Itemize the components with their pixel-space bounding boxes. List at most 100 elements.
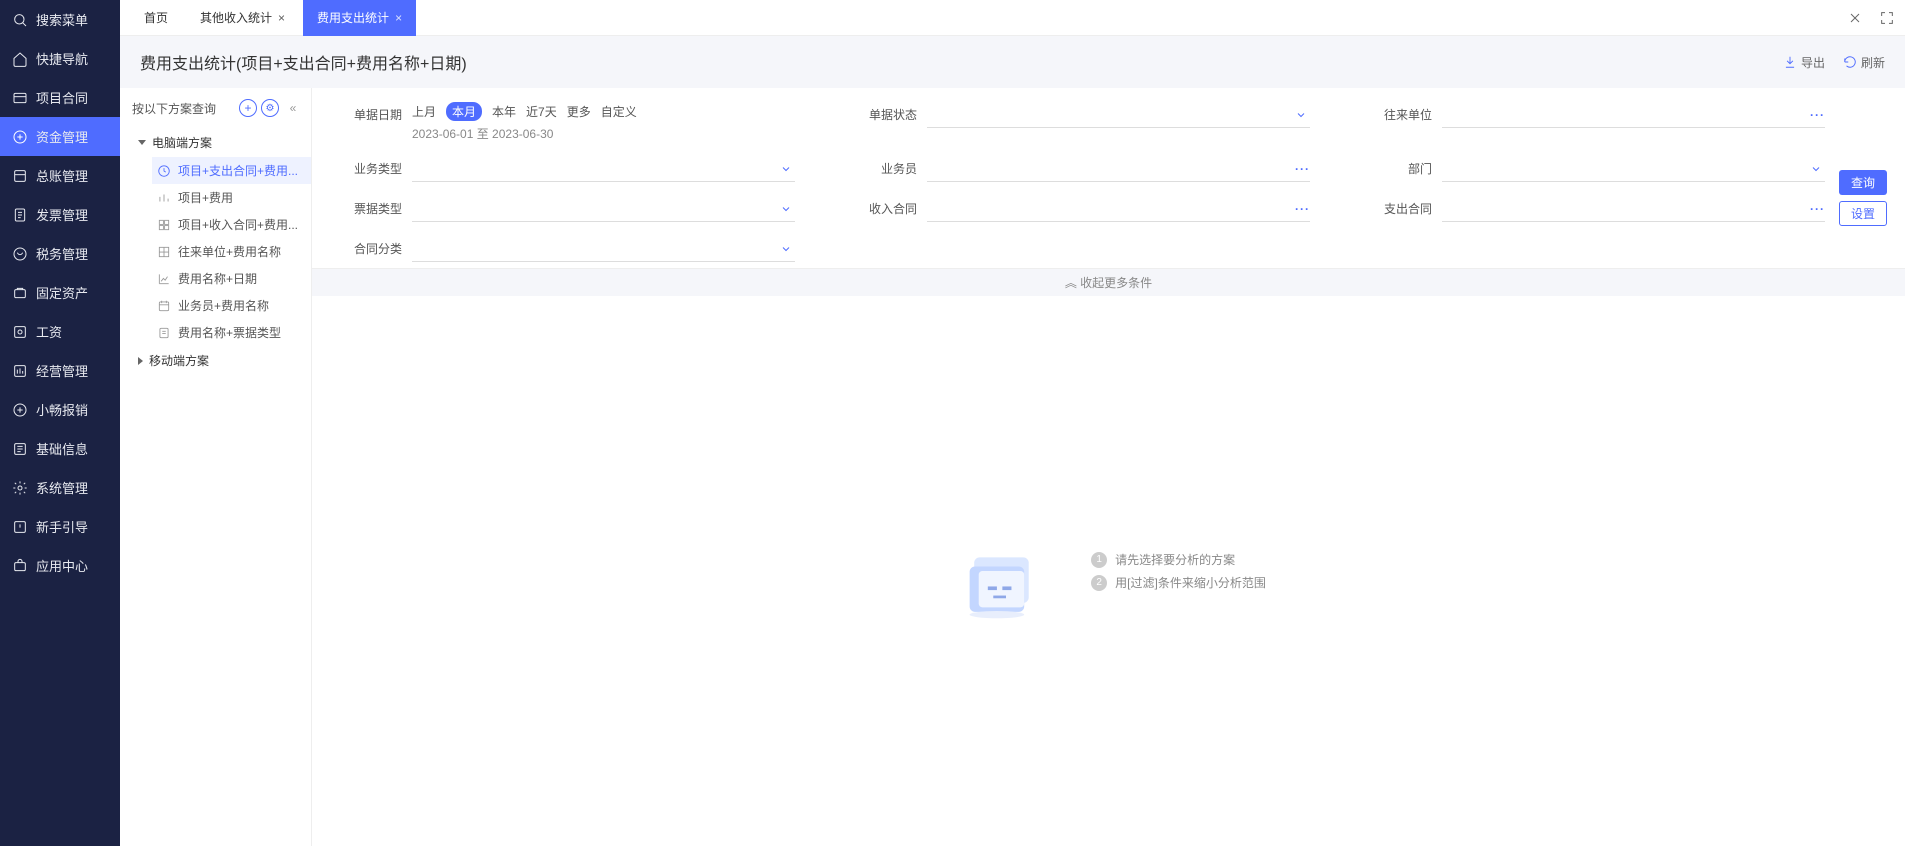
chevron-down-icon[interactable] (777, 243, 795, 255)
app-icon (12, 558, 28, 574)
tax-icon (12, 246, 28, 262)
scheme-settings-button[interactable]: ⚙ (261, 99, 279, 117)
salesman-input[interactable] (927, 162, 1295, 176)
side-tax[interactable]: 税务管理 (0, 234, 120, 273)
side-label: 资金管理 (36, 127, 88, 146)
filter-partner: 往来单位 ··· (1360, 102, 1825, 142)
tree-group-pc[interactable]: 电脑端方案 (132, 128, 311, 157)
side-guide[interactable]: 新手引导 (0, 507, 120, 546)
chevron-down-icon[interactable] (1292, 109, 1310, 121)
date-opt-this-month[interactable]: 本月 (446, 102, 482, 121)
scheme-item-4[interactable]: 费用名称+日期 (152, 265, 311, 292)
expense-icon (12, 402, 28, 418)
leaf-label: 往来单位+费用名称 (178, 243, 281, 260)
side-ledger[interactable]: 总账管理 (0, 156, 120, 195)
more-icon[interactable]: ··· (1810, 202, 1825, 216)
date-opt-more[interactable]: 更多 (567, 103, 591, 120)
side-invoice[interactable]: 发票管理 (0, 195, 120, 234)
partner-input[interactable] (1442, 108, 1810, 122)
date-opt-this-year[interactable]: 本年 (492, 103, 516, 120)
partner-select[interactable]: ··· (1442, 102, 1825, 128)
contract-cat-select[interactable] (412, 236, 795, 262)
billtype-select[interactable] (412, 196, 795, 222)
scheme-item-5[interactable]: 业务员+费用名称 (152, 292, 311, 319)
tree-group-mobile[interactable]: 移动端方案 (132, 346, 311, 375)
empty-step-1: 1请先选择要分析的方案 (1091, 551, 1266, 568)
side-asset[interactable]: 固定资产 (0, 273, 120, 312)
leaf-label: 费用名称+票据类型 (178, 324, 281, 341)
side-operate[interactable]: 经营管理 (0, 351, 120, 390)
side-search[interactable]: 搜索菜单 (0, 0, 120, 39)
chevron-down-icon[interactable] (777, 163, 795, 175)
doc-icon (156, 325, 172, 341)
side-appcenter[interactable]: 应用中心 (0, 546, 120, 585)
billtype-input[interactable] (412, 202, 777, 216)
step2-label: 用[过滤]条件来缩小分析范围 (1115, 574, 1266, 591)
search-icon (12, 12, 28, 28)
tabs: 首页 其他收入统计× 费用支出统计× (120, 0, 1905, 36)
chevron-up-icon: ︽ (1065, 276, 1077, 290)
side-label: 税务管理 (36, 244, 88, 263)
more-icon[interactable]: ··· (1295, 202, 1310, 216)
date-opt-prev-month[interactable]: 上月 (412, 103, 436, 120)
query-button[interactable]: 查询 (1839, 170, 1887, 195)
side-salary[interactable]: 工资 (0, 312, 120, 351)
collapse-panel-icon[interactable]: « (283, 98, 303, 118)
dept-input[interactable] (1442, 162, 1807, 176)
fullscreen-icon[interactable] (1877, 8, 1897, 28)
tab-label: 首页 (144, 0, 168, 36)
salesman-select[interactable]: ··· (927, 156, 1310, 182)
side-quick[interactable]: 快捷导航 (0, 39, 120, 78)
tab-home[interactable]: 首页 (130, 0, 182, 36)
biztype-input[interactable] (412, 162, 777, 176)
scheme-item-1[interactable]: 项目+费用 (152, 184, 311, 211)
date-opt-custom[interactable]: 自定义 (601, 103, 637, 120)
tab-expense-stat[interactable]: 费用支出统计× (303, 0, 416, 36)
tab-other-income[interactable]: 其他收入统计× (186, 0, 299, 36)
scheme-item-6[interactable]: 费用名称+票据类型 (152, 319, 311, 346)
scheme-item-0[interactable]: 项目+支出合同+费用... (152, 157, 311, 184)
side-fund[interactable]: 资金管理 (0, 117, 120, 156)
salesman-label: 业务员 (845, 156, 917, 177)
refresh-label: 刷新 (1861, 54, 1885, 71)
close-all-icon[interactable] (1845, 8, 1865, 28)
scheme-header: 按以下方案查询 + ⚙ « (132, 98, 311, 118)
income-contract-select[interactable]: ··· (927, 196, 1310, 222)
scheme-item-3[interactable]: 往来单位+费用名称 (152, 238, 311, 265)
status-input[interactable] (927, 108, 1292, 122)
chevron-down-icon[interactable] (777, 203, 795, 215)
side-system[interactable]: 系统管理 (0, 468, 120, 507)
page-actions: 导出 刷新 (1783, 54, 1885, 71)
scheme-item-2[interactable]: 项目+收入合同+费用... (152, 211, 311, 238)
date-opt-7days[interactable]: 近7天 (526, 103, 557, 120)
chevron-down-icon[interactable] (1807, 163, 1825, 175)
side-basic[interactable]: 基础信息 (0, 429, 120, 468)
refresh-button[interactable]: 刷新 (1843, 54, 1885, 71)
side-expense[interactable]: 小畅报销 (0, 390, 120, 429)
leaf-label: 业务员+费用名称 (178, 297, 269, 314)
more-icon[interactable]: ··· (1295, 162, 1310, 176)
settings-button[interactable]: 设置 (1839, 201, 1887, 226)
calendar-icon (156, 298, 172, 314)
filter-dept: 部门 (1360, 156, 1825, 182)
tab-label: 其他收入统计 (200, 0, 272, 36)
expense-contract-input[interactable] (1442, 202, 1810, 216)
main: 首页 其他收入统计× 费用支出统计× 费用支出统计(项目+支出合同+费用名称+日… (120, 0, 1905, 846)
contract-cat-input[interactable] (412, 242, 777, 256)
filter-status: 单据状态 (845, 102, 1310, 142)
biztype-select[interactable] (412, 156, 795, 182)
side-project[interactable]: 项目合同 (0, 78, 120, 117)
more-icon[interactable]: ··· (1810, 108, 1825, 122)
close-icon[interactable]: × (278, 0, 285, 36)
export-button[interactable]: 导出 (1783, 54, 1825, 71)
expense-contract-select[interactable]: ··· (1442, 196, 1825, 222)
close-icon[interactable]: × (395, 0, 402, 36)
side-label: 快捷导航 (36, 49, 88, 68)
collapse-bar[interactable]: ︽ 收起更多条件 (312, 268, 1905, 296)
contract-cat-label: 合同分类 (330, 236, 402, 257)
add-scheme-button[interactable]: + (239, 99, 257, 117)
leaf-label: 项目+收入合同+费用... (178, 216, 298, 233)
status-select[interactable] (927, 102, 1310, 128)
dept-select[interactable] (1442, 156, 1825, 182)
income-contract-input[interactable] (927, 202, 1295, 216)
